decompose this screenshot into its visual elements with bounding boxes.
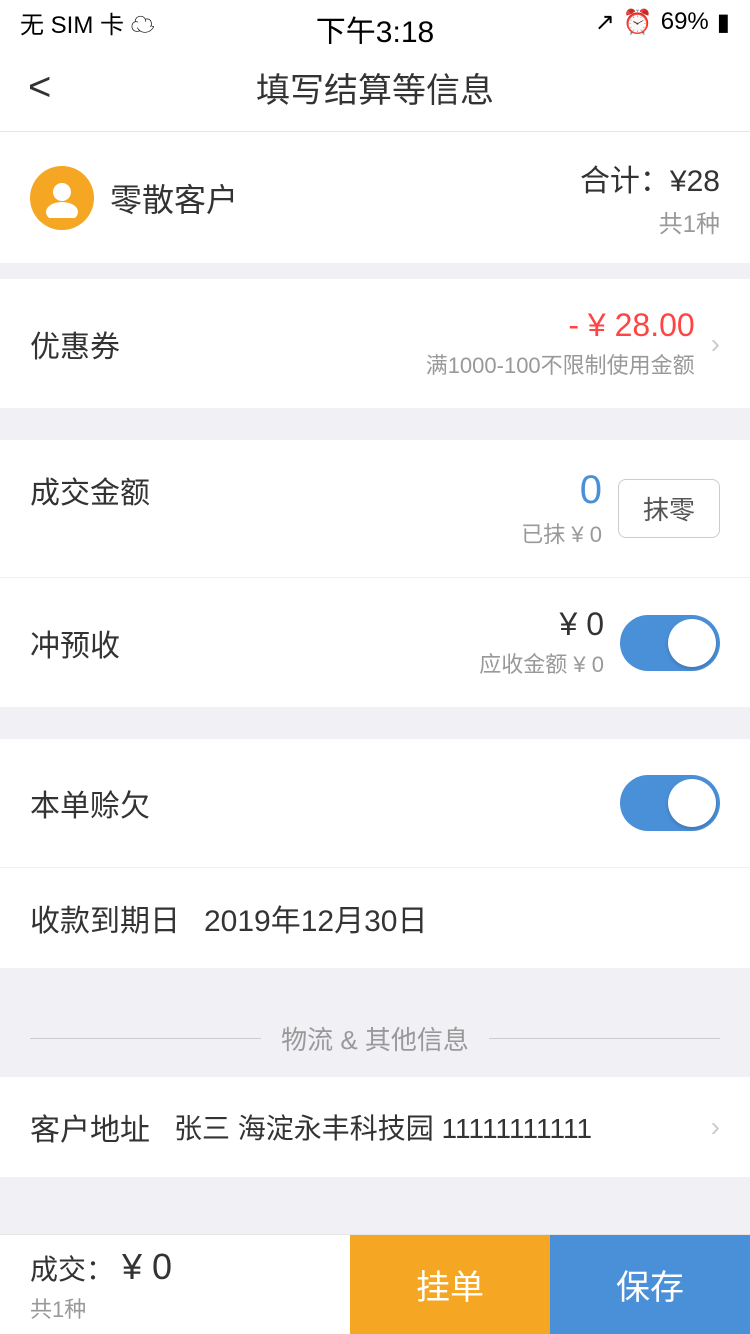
customer-name: 零散客户 xyxy=(110,175,238,221)
logistics-line-right xyxy=(489,1038,720,1039)
address-chevron-icon: › xyxy=(711,1111,720,1143)
customer-left: 零散客户 xyxy=(30,166,238,230)
bottom-deal: 成交： ¥ 0 xyxy=(30,1246,320,1288)
logistics-header: 物流 & 其他信息 xyxy=(0,1000,750,1077)
coupon-discount: - ¥ 28.00 xyxy=(426,307,695,344)
coupon-label: 优惠券 xyxy=(30,322,120,366)
prepay-value-col: ¥ 0 应收金额 ¥ 0 xyxy=(479,606,604,679)
credit-card: 本单赊欠 收款到期日 2019年12月30日 xyxy=(0,739,750,968)
deal-row: 成交金额 0 已抹 ¥ 0 抹零 xyxy=(0,440,750,577)
save-button[interactable]: 保存 xyxy=(550,1235,750,1334)
credit-toggle-knob xyxy=(668,779,716,827)
status-bar: 无 SIM 卡 ☁ 下午3:18 ↗ ⏰ 69% ▮ xyxy=(0,0,750,44)
user-icon xyxy=(42,178,82,218)
toggle-knob xyxy=(668,619,716,667)
customer-count: 共1种 xyxy=(580,204,720,239)
coupon-desc: 满1000-100不限制使用金额 xyxy=(426,348,695,380)
due-row: 收款到期日 2019年12月30日 xyxy=(0,867,750,968)
battery-icon: ▮ xyxy=(717,8,730,37)
section-divider-3 xyxy=(0,984,750,1000)
hold-button[interactable]: 挂单 xyxy=(350,1235,550,1334)
due-value: 2019年12月30日 xyxy=(204,896,427,940)
coupon-row[interactable]: 优惠券 - ¥ 28.00 满1000-100不限制使用金额 › xyxy=(0,279,750,408)
deal-sub: 已抹 ¥ 0 xyxy=(521,517,602,549)
customer-row[interactable]: 零散客户 合计：¥28 共1种 xyxy=(0,132,750,263)
prepay-sub: 应收金额 ¥ 0 xyxy=(479,647,604,679)
address-card: 客户地址 张三 海淀永丰科技园 11111111111 › xyxy=(0,1077,750,1177)
deal-value-col: 0 已抹 ¥ 0 xyxy=(521,468,602,549)
customer-total: 合计：¥28 xyxy=(580,156,720,200)
bottom-deal-label: 成交： xyxy=(30,1248,114,1288)
battery-label: 69% xyxy=(661,8,709,36)
bottom-deal-value: ¥ 0 xyxy=(122,1246,172,1288)
transaction-card: 成交金额 0 已抹 ¥ 0 抹零 冲预收 ¥ 0 应收金额 ¥ 0 xyxy=(0,440,750,707)
coupon-card: 优惠券 - ¥ 28.00 满1000-100不限制使用金额 › xyxy=(0,279,750,408)
bottom-bar: 成交： ¥ 0 共1种 挂单 保存 xyxy=(0,1234,750,1334)
deal-label: 成交金额 xyxy=(30,468,150,512)
deal-right: 0 已抹 ¥ 0 抹零 xyxy=(521,468,720,549)
address-value: 张三 海淀永丰科技园 11111111111 xyxy=(174,1107,711,1147)
address-row[interactable]: 客户地址 张三 海淀永丰科技园 11111111111 › xyxy=(0,1077,750,1177)
bottom-summary: 成交： ¥ 0 共1种 xyxy=(0,1235,350,1334)
page-title: 填写结算等信息 xyxy=(256,63,494,112)
credit-row: 本单赊欠 xyxy=(0,739,750,867)
alarm-icon: ⏰ xyxy=(623,8,653,37)
customer-avatar xyxy=(30,166,94,230)
content: 零散客户 合计：¥28 共1种 优惠券 - ¥ 28.00 满1000-100不… xyxy=(0,132,750,1313)
prepay-toggle[interactable] xyxy=(620,615,720,671)
back-button[interactable]: < xyxy=(28,65,51,110)
location-icon: ↗ xyxy=(595,8,615,37)
status-right: ↗ ⏰ 69% ▮ xyxy=(595,8,730,37)
section-divider-2 xyxy=(0,723,750,739)
round-off-button[interactable]: 抹零 xyxy=(618,479,720,538)
bottom-count: 共1种 xyxy=(30,1292,320,1324)
nav-bar: < 填写结算等信息 xyxy=(0,44,750,132)
sim-label: 无 SIM 卡 ☁ xyxy=(20,5,155,40)
coupon-right: - ¥ 28.00 满1000-100不限制使用金额 › xyxy=(426,307,720,380)
coupon-value-col: - ¥ 28.00 满1000-100不限制使用金额 xyxy=(426,307,695,380)
section-divider-1 xyxy=(0,424,750,440)
address-label: 客户地址 xyxy=(30,1105,150,1149)
prepay-value: ¥ 0 xyxy=(479,606,604,643)
credit-label: 本单赊欠 xyxy=(30,781,150,825)
logistics-title: 物流 & 其他信息 xyxy=(281,1020,469,1057)
logistics-line-left xyxy=(30,1038,261,1039)
due-label: 收款到期日 xyxy=(30,896,180,940)
customer-card: 零散客户 合计：¥28 共1种 xyxy=(0,132,750,263)
deal-value: 0 xyxy=(521,468,602,513)
chevron-right-icon: › xyxy=(711,328,720,360)
customer-right: 合计：¥28 共1种 xyxy=(580,156,720,239)
prepay-label: 冲预收 xyxy=(30,621,120,665)
prepay-right: ¥ 0 应收金额 ¥ 0 xyxy=(479,606,720,679)
credit-toggle[interactable] xyxy=(620,775,720,831)
status-left: 无 SIM 卡 ☁ xyxy=(20,5,155,40)
prepay-row: 冲预收 ¥ 0 应收金额 ¥ 0 xyxy=(0,577,750,707)
